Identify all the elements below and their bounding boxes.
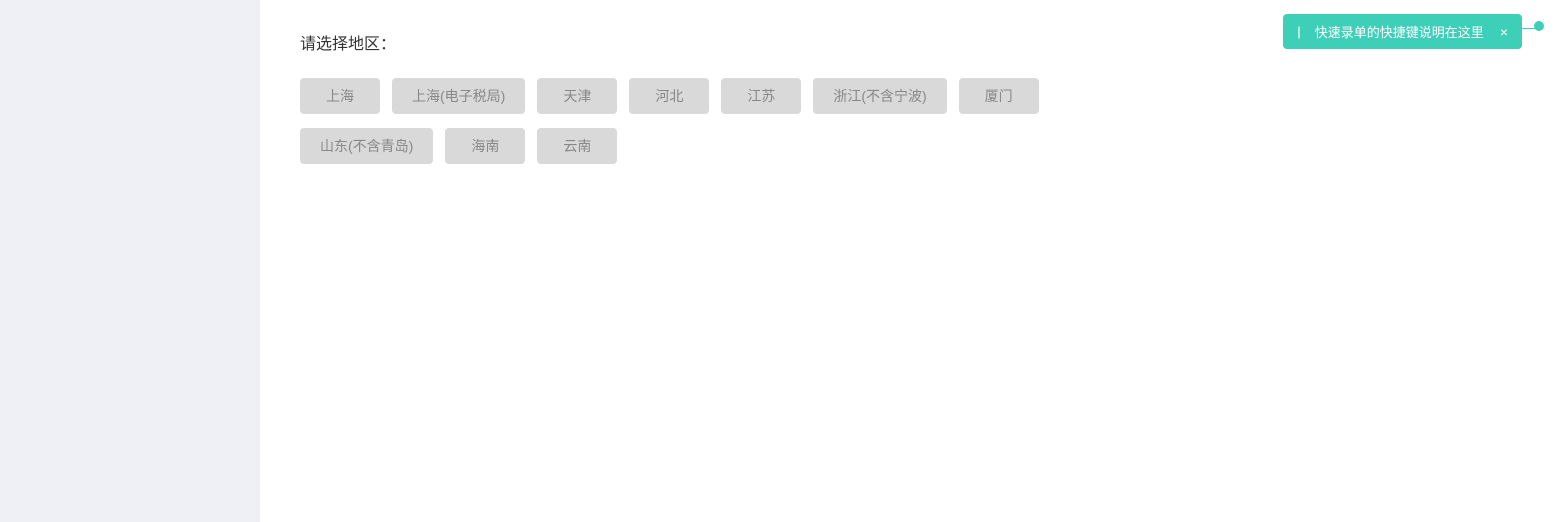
tooltip-banner: 快速录单的快捷键说明在这里 ×: [1283, 14, 1522, 49]
region-button[interactable]: 江苏: [721, 78, 801, 114]
tooltip-close-button[interactable]: ×: [1500, 24, 1508, 40]
tooltip-dot: [1534, 21, 1544, 31]
region-button[interactable]: 山东(不含青岛): [300, 128, 433, 164]
sidebar: [0, 0, 260, 522]
region-row-1: 上海上海(电子税局) 天津河北江苏浙江(不含宁波) 厦门: [300, 78, 1522, 114]
region-button[interactable]: 上海(电子税局): [392, 78, 525, 114]
region-button[interactable]: 上海: [300, 78, 380, 114]
region-button[interactable]: 河北: [629, 78, 709, 114]
region-button[interactable]: 云南: [537, 128, 617, 164]
region-button[interactable]: 海南: [445, 128, 525, 164]
region-button[interactable]: 浙江(不含宁波): [813, 78, 946, 114]
region-button[interactable]: 天津: [537, 78, 617, 114]
region-button[interactable]: 厦门: [959, 78, 1039, 114]
tooltip-text: 快速录单的快捷键说明在这里: [1315, 22, 1484, 41]
region-row-2: 山东(不含青岛) 海南云南: [300, 128, 1522, 164]
main-content: 请选择地区： 上海上海(电子税局)天津河北江苏浙江(不含宁波)厦门 山东(不含青…: [260, 0, 1562, 522]
